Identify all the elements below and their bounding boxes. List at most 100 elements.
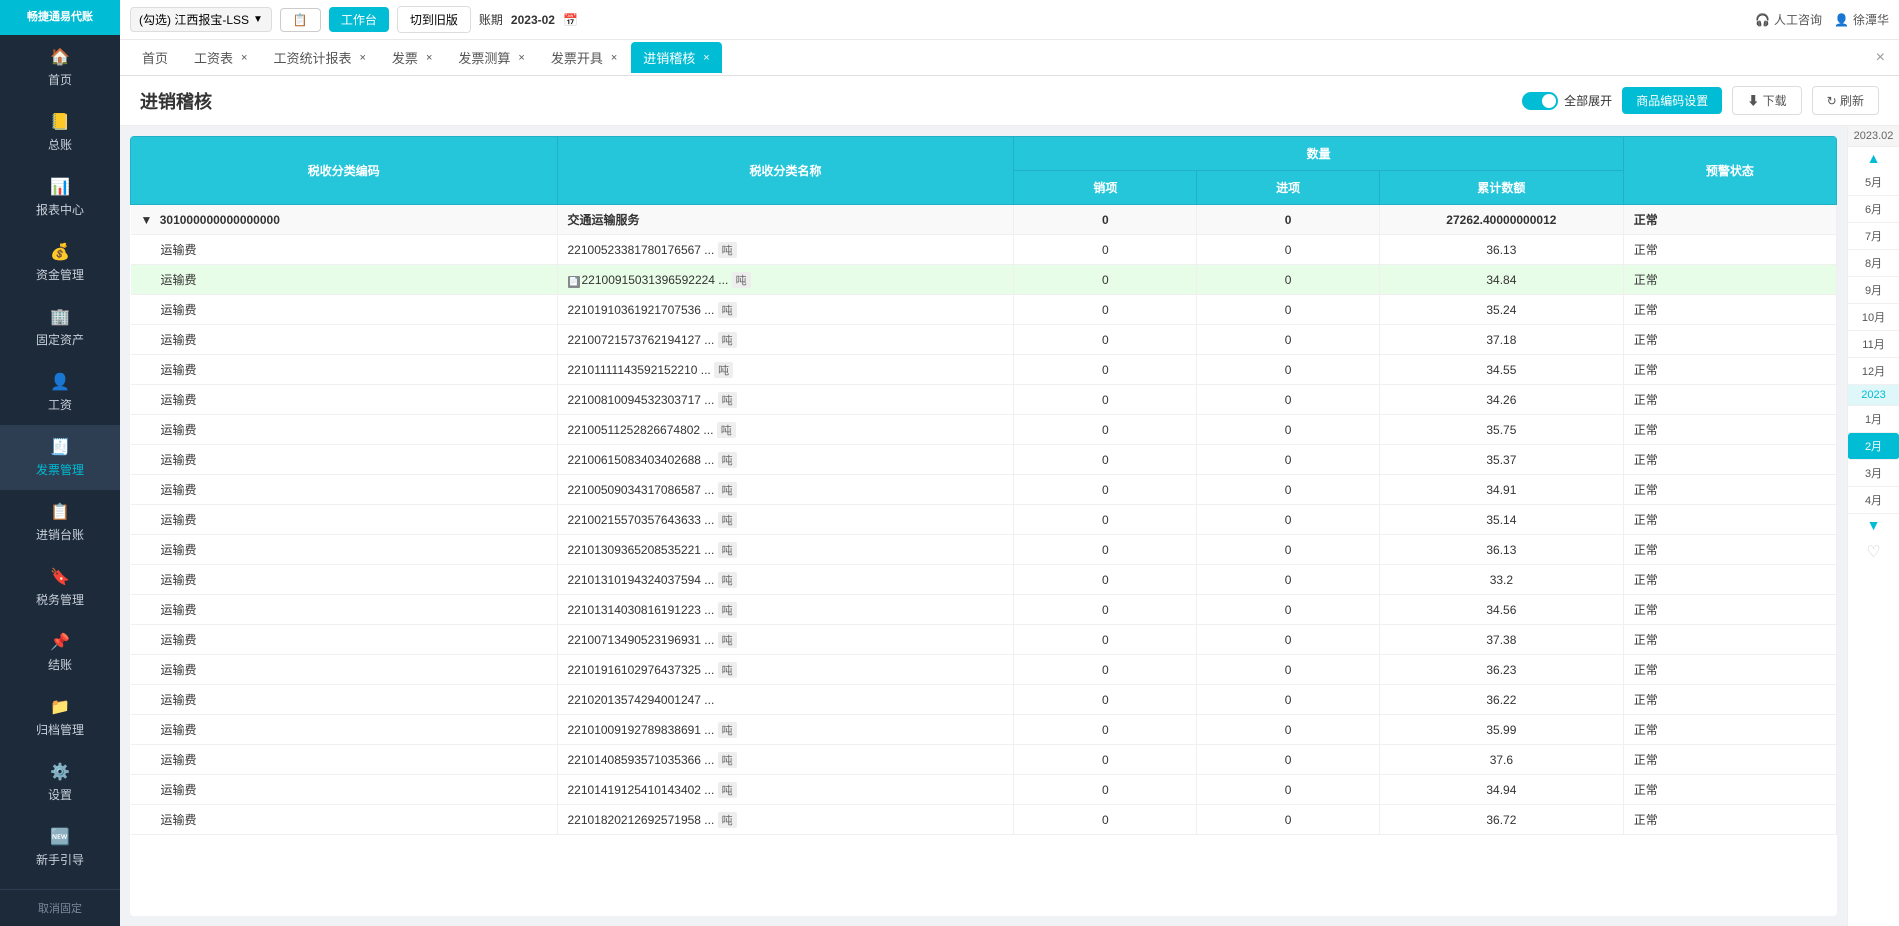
tag-label: 吨 [718, 452, 737, 468]
period-value: 2023-02 [511, 13, 555, 27]
sidebar-item-label: 新手引导 [36, 851, 84, 868]
right-panel-month-1[interactable]: 1月 [1848, 406, 1899, 433]
cell-purchase: 0 [1197, 715, 1380, 745]
tag-label: 吨 [718, 782, 737, 798]
cell-sales: 0 [1014, 355, 1197, 385]
tab-salary-label: 工资表 [194, 48, 233, 67]
table-row: 运输费 22100810094532303717 ... 吨 0 0 34.26… [131, 385, 1837, 415]
cell-invoice-no: 22101314030816191223 ... 吨 [557, 595, 1014, 625]
cell-cumulative: 34.84 [1380, 265, 1624, 295]
cell-cumulative: 37.38 [1380, 625, 1624, 655]
right-panel-month-3[interactable]: 3月 [1848, 460, 1899, 487]
right-panel-month-4[interactable]: 4月 [1848, 487, 1899, 514]
sidebar-item-member[interactable]: 👑 畅会员 [0, 880, 120, 889]
guide-icon: 🆕 [50, 827, 70, 847]
topbar-right: 🎧 人工咨询 👤 徐潭华 [1755, 11, 1889, 28]
cell-cumulative: 36.13 [1380, 235, 1624, 265]
calendar-icon[interactable]: 📅 [563, 13, 578, 27]
tab-sales-reconcile-close[interactable]: × [703, 52, 709, 64]
refresh-button[interactable]: ↻ 刷新 [1812, 86, 1879, 115]
th-cumulative: 累计数额 [1380, 171, 1624, 205]
sidebar-item-purchase-sales[interactable]: 📋 进销台账 [0, 490, 120, 555]
th-tax-name: 税收分类名称 [557, 137, 1014, 205]
settings-button[interactable]: 商品编码设置 [1622, 87, 1722, 114]
copy-btn[interactable]: 📋 [280, 8, 321, 32]
expand-all-toggle[interactable]: 全部展开 [1522, 92, 1612, 110]
sidebar-item-close[interactable]: 📌 结账 [0, 620, 120, 685]
tab-home[interactable]: 首页 [130, 42, 180, 73]
sidebar-item-ledger[interactable]: 📒 总账 [0, 100, 120, 165]
tab-invoice-open-close[interactable]: × [611, 52, 617, 64]
sidebar-item-home[interactable]: 🏠 首页 [0, 35, 120, 100]
table-row: 运输费 22100615083403402688 ... 吨 0 0 35.37… [131, 445, 1837, 475]
sidebar-nav: 🏠 首页 📒 总账 📊 报表中心 💰 资金管理 🏢 固定资产 👤 工资 🧾 发票… [0, 35, 120, 889]
collapse-arrow[interactable]: ▼ [141, 213, 153, 227]
tab-sales-reconcile[interactable]: 进销稽核 × [631, 42, 721, 73]
user-menu[interactable]: 👤 徐潭华 [1834, 11, 1889, 28]
sidebar-item-reports[interactable]: 📊 报表中心 [0, 165, 120, 230]
download-button[interactable]: ⬇ 下载 [1732, 86, 1801, 115]
cell-cumulative: 34.55 [1380, 355, 1624, 385]
right-panel-month-12[interactable]: 12月 [1848, 358, 1899, 385]
cell-purchase: 0 [1197, 685, 1380, 715]
cell-status: 正常 [1623, 385, 1836, 415]
cell-cumulative: 36.72 [1380, 805, 1624, 835]
sidebar-unpin[interactable]: 取消固定 [0, 889, 120, 926]
tab-close-all[interactable]: × [1872, 45, 1889, 71]
customer-service[interactable]: 🎧 人工咨询 [1755, 11, 1822, 28]
cell-purchase: 0 [1197, 235, 1380, 265]
switch-version-button[interactable]: 切到旧版 [397, 6, 471, 33]
tab-salary-stats[interactable]: 工资统计报表 × [261, 42, 377, 73]
cell-sales: 0 [1014, 385, 1197, 415]
cell-cumulative: 34.94 [1380, 775, 1624, 805]
sidebar-item-guide[interactable]: 🆕 新手引导 [0, 815, 120, 880]
tag-label: 吨 [718, 302, 737, 318]
sidebar-item-capital[interactable]: 💰 资金管理 [0, 230, 120, 295]
right-panel-month-5[interactable]: 5月 [1848, 169, 1899, 196]
tab-salary-stats-close[interactable]: × [359, 52, 365, 64]
cell-item-name: 运输费 [131, 385, 558, 415]
right-panel-month-9[interactable]: 9月 [1848, 277, 1899, 304]
right-panel-month-7[interactable]: 7月 [1848, 223, 1899, 250]
cell-purchase: 0 [1197, 535, 1380, 565]
company-selector[interactable]: (勾选) 江西报宝-LSS ▼ [130, 7, 272, 32]
cell-cumulative: 33.2 [1380, 565, 1624, 595]
right-panel-month-10[interactable]: 10月 [1848, 304, 1899, 331]
sidebar-item-assets[interactable]: 🏢 固定资产 [0, 295, 120, 360]
period-label: 账期 [479, 11, 503, 28]
right-panel-month-6[interactable]: 6月 [1848, 196, 1899, 223]
cell-sales: 0 [1014, 595, 1197, 625]
tab-invoice[interactable]: 发票 × [380, 42, 444, 73]
tab-invoice-check-close[interactable]: × [518, 52, 524, 64]
toggle-switch[interactable] [1522, 92, 1558, 110]
nav-arrow-down[interactable]: ▼ [1867, 517, 1881, 533]
right-panel-favorite[interactable]: ♡ [1848, 536, 1899, 568]
tab-salary-close[interactable]: × [241, 52, 247, 64]
cell-item-name: 运输费 [131, 325, 558, 355]
cell-status: 正常 [1623, 505, 1836, 535]
cell-invoice-no: 22100721573762194127 ... 吨 [557, 325, 1014, 355]
tab-invoice-check-label: 发票测算 [458, 48, 510, 67]
tab-invoice-open[interactable]: 发票开具 × [539, 42, 629, 73]
right-panel-year-header: 2023.02 [1848, 126, 1899, 147]
tab-invoice-check[interactable]: 发票测算 × [446, 42, 536, 73]
invoice-mgmt-icon: 🧾 [50, 437, 70, 457]
nav-arrow-up[interactable]: ▲ [1867, 150, 1881, 166]
sidebar-item-settings[interactable]: ⚙️ 设置 [0, 750, 120, 815]
workbench-button[interactable]: 工作台 [329, 7, 389, 32]
right-panel-month-11[interactable]: 11月 [1848, 331, 1899, 358]
sidebar-item-invoice-mgmt[interactable]: 🧾 发票管理 [0, 425, 120, 490]
sidebar-item-archive[interactable]: 📁 归档管理 [0, 685, 120, 750]
cell-invoice-no: 22101419125410143402 ... 吨 [557, 775, 1014, 805]
right-panel-month-2[interactable]: 2月 [1848, 433, 1899, 460]
cell-purchase: 0 [1197, 325, 1380, 355]
tab-salary[interactable]: 工资表 × [182, 42, 259, 73]
cell-tax-code: ▼ 301000000000000000 [131, 205, 558, 235]
sidebar-item-salary[interactable]: 👤 工资 [0, 360, 120, 425]
sidebar-item-label: 发票管理 [36, 461, 84, 478]
right-panel-month-8[interactable]: 8月 [1848, 250, 1899, 277]
tag-label: 吨 [718, 812, 737, 828]
sidebar-item-tax-mgmt[interactable]: 🔖 税务管理 [0, 555, 120, 620]
tab-invoice-close[interactable]: × [426, 52, 432, 64]
page-header: 进销稽核 全部展开 商品编码设置 ⬇ 下载 ↻ 刷新 [120, 76, 1899, 126]
